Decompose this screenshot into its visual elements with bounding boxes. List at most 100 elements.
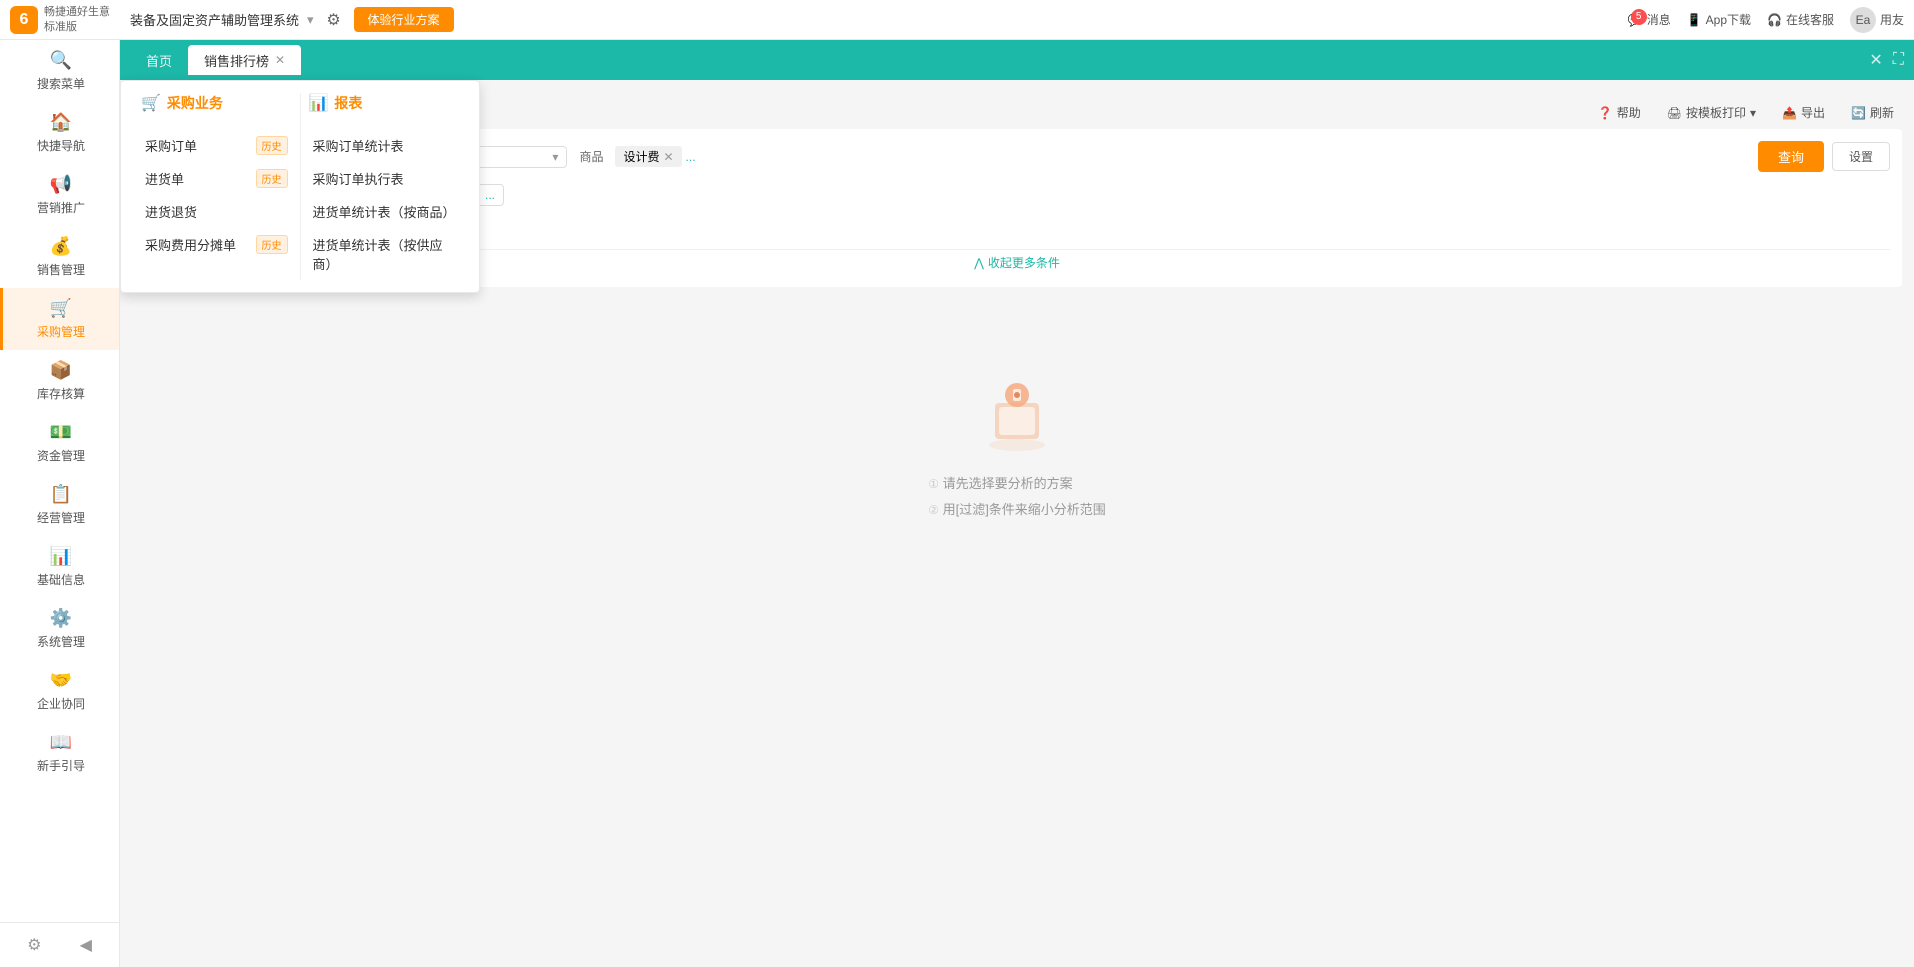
menu-item-po-stats[interactable]: 采购订单统计表 <box>309 129 460 162</box>
menu-col-report: 📊 报表 采购订单统计表 采购订单执行表 进货单统计表（按商品） 进货单统计表（… <box>300 93 468 280</box>
salesperson-more[interactable]: ... <box>485 188 495 202</box>
operations-icon: 📋 <box>50 484 72 505</box>
tab-close-all-btn[interactable]: ✕ <box>1869 50 1882 70</box>
tab-sales-ranking[interactable]: 销售排行榜 ✕ <box>188 45 301 75</box>
sidebar-item-sales[interactable]: 💰 销售管理 <box>0 226 119 288</box>
export-btn[interactable]: 📤 导出 <box>1774 100 1833 125</box>
system-title-dropdown[interactable]: ▾ <box>307 12 314 28</box>
business-col-title: 采购业务 <box>167 93 223 113</box>
sidebar-item-system-label: 系统管理 <box>37 633 85 650</box>
sidebar-item-system[interactable]: ⚙️ 系统管理 <box>0 598 119 660</box>
settings-icon[interactable]: ⚙ <box>322 8 346 32</box>
sidebar-item-purchase[interactable]: 🛒 采购管理 <box>0 288 119 350</box>
menu-item-inbound-supplier-label: 进货单统计表（按供应商） <box>313 235 456 273</box>
sidebar-item-quick-nav[interactable]: 🏠 快捷导航 <box>0 102 119 164</box>
app-logo-text: 畅捷通好生意 标准版 <box>44 5 110 34</box>
purchase-dropdown-menu: 🛒 采购业务 采购订单 历史 进货单 历史 进货退货 <box>120 80 480 293</box>
search-icon: 🔍 <box>50 50 72 71</box>
enterprise-icon: 🤝 <box>50 670 72 691</box>
sidebar-item-search[interactable]: 🔍 搜索菜单 <box>0 40 119 102</box>
online-service-label: 在线客服 <box>1786 11 1834 28</box>
empty-icon <box>977 375 1057 455</box>
collapse-icon: ⋀ <box>974 256 984 270</box>
menu-item-expense[interactable]: 采购费用分摊单 历史 <box>141 228 292 261</box>
menu-item-po-exec-label: 采购订单执行表 <box>313 169 404 188</box>
hint2-num: ② <box>928 503 939 517</box>
sidebar-item-search-label: 搜索菜单 <box>37 75 85 92</box>
sidebar-item-guide[interactable]: 📖 新手引导 <box>0 722 119 784</box>
sidebar-collapse-btn[interactable]: ◀ <box>76 931 96 959</box>
tab-fullscreen-btn[interactable]: ⛶ <box>1893 51 1904 69</box>
query-btn[interactable]: 查询 <box>1758 141 1824 172</box>
sidebar: 🔍 搜索菜单 🏠 快捷导航 📢 营销推广 💰 销售管理 🛒 采购管理 📦 库存核… <box>0 40 120 967</box>
user-menu-btn[interactable]: Ea 用友 <box>1850 7 1904 33</box>
sidebar-item-inventory[interactable]: 📦 库存核算 <box>0 350 119 412</box>
sidebar-item-enterprise[interactable]: 🤝 企业协同 <box>0 660 119 722</box>
sidebar-item-basic-info-label: 基础信息 <box>37 571 85 588</box>
headset-icon: 🎧 <box>1767 13 1782 27</box>
home-icon: 🏠 <box>50 112 72 133</box>
goods-chip-close[interactable]: ✕ <box>663 150 673 164</box>
menu-item-po-exec[interactable]: 采购订单执行表 <box>309 162 460 195</box>
sidebar-item-enterprise-label: 企业协同 <box>37 695 85 712</box>
help-label: 帮助 <box>1617 104 1641 121</box>
sidebar-item-basic-info[interactable]: 📊 基础信息 <box>0 536 119 598</box>
goods-label: 商品 <box>579 148 603 165</box>
online-service-btn[interactable]: 🎧 在线客服 <box>1767 11 1834 28</box>
print-dropdown-icon: ▾ <box>1750 106 1756 120</box>
menu-item-inbound[interactable]: 进货单 历史 <box>141 162 292 195</box>
collapse-label: 收起更多条件 <box>988 254 1060 271</box>
sales-icon: 💰 <box>50 236 72 257</box>
tab-bar: 首页 销售排行榜 ✕ ✕ ⛶ <box>120 40 1914 80</box>
help-icon: ❓ <box>1598 106 1613 120</box>
print-btn[interactable]: 🖨 按模板打印 ▾ <box>1659 100 1764 125</box>
avatar: Ea <box>1850 7 1876 33</box>
sidebar-item-finance[interactable]: 💵 资金管理 <box>0 412 119 474</box>
hint1-num: ① <box>928 477 939 491</box>
marketing-icon: 📢 <box>50 174 72 195</box>
sidebar-item-sales-label: 销售管理 <box>37 261 85 278</box>
sidebar-item-marketing[interactable]: 📢 营销推广 <box>0 164 119 226</box>
refresh-btn[interactable]: 🔄 刷新 <box>1843 100 1902 125</box>
inventory-icon: 📦 <box>50 360 72 381</box>
user-label: 用友 <box>1880 11 1904 28</box>
system-title: 装备及固定资产辅助管理系统 <box>130 10 299 29</box>
top-right: 💬 5 消息 📱 App下载 🎧 在线客服 Ea 用友 <box>1628 7 1904 33</box>
print-icon: 🖨 <box>1667 106 1682 120</box>
hint1-text: 请先选择要分析的方案 <box>943 476 1073 491</box>
sidebar-item-operations[interactable]: 📋 经营管理 <box>0 474 119 536</box>
menu-item-return-label: 进货退货 <box>145 202 197 221</box>
industry-btn[interactable]: 体验行业方案 <box>354 7 454 32</box>
menu-col-business: 🛒 采购业务 采购订单 历史 进货单 历史 进货退货 <box>133 93 300 280</box>
finance-icon: 💵 <box>50 422 72 443</box>
inbound-history-badge: 历史 <box>256 169 288 188</box>
sidebar-item-inventory-label: 库存核算 <box>37 385 85 402</box>
goods-more-btn[interactable]: ... <box>686 150 696 164</box>
menu-item-inbound-goods-label: 进货单统计表（按商品） <box>313 202 456 221</box>
menu-item-po[interactable]: 采购订单 历史 <box>141 129 292 162</box>
menu-col-report-header: 📊 报表 <box>309 93 460 119</box>
goods-chip-text: 设计费 <box>623 148 659 165</box>
top-center: 装备及固定资产辅助管理系统 ▾ ⚙ 体验行业方案 <box>130 7 1628 32</box>
message-badge: 5 <box>1631 9 1647 25</box>
export-label: 导出 <box>1801 104 1825 121</box>
menu-item-inbound-by-goods[interactable]: 进货单统计表（按商品） <box>309 195 460 228</box>
menu-item-return[interactable]: 进货退货 <box>141 195 292 228</box>
report-col-icon: 📊 <box>309 93 329 113</box>
sidebar-item-operations-label: 经营管理 <box>37 509 85 526</box>
refresh-icon: 🔄 <box>1851 106 1866 120</box>
expense-history-badge: 历史 <box>256 235 288 254</box>
help-btn[interactable]: ❓ 帮助 <box>1590 100 1649 125</box>
app-download-btn[interactable]: 📱 App下载 <box>1687 11 1751 28</box>
sidebar-item-purchase-label: 采购管理 <box>37 323 85 340</box>
po-history-badge: 历史 <box>256 136 288 155</box>
tab-home[interactable]: 首页 <box>130 45 188 75</box>
settings-btn[interactable]: 设置 <box>1832 142 1890 171</box>
app-logo-icon: 6 <box>10 6 38 34</box>
message-label: 消息 <box>1647 11 1671 28</box>
message-btn[interactable]: 💬 5 消息 <box>1628 11 1671 28</box>
sidebar-settings-btn[interactable]: ⚙ <box>23 931 45 959</box>
menu-item-expense-label: 采购费用分摊单 <box>145 235 236 254</box>
menu-item-inbound-by-supplier[interactable]: 进货单统计表（按供应商） <box>309 228 460 280</box>
tab-close-icon[interactable]: ✕ <box>275 53 285 67</box>
